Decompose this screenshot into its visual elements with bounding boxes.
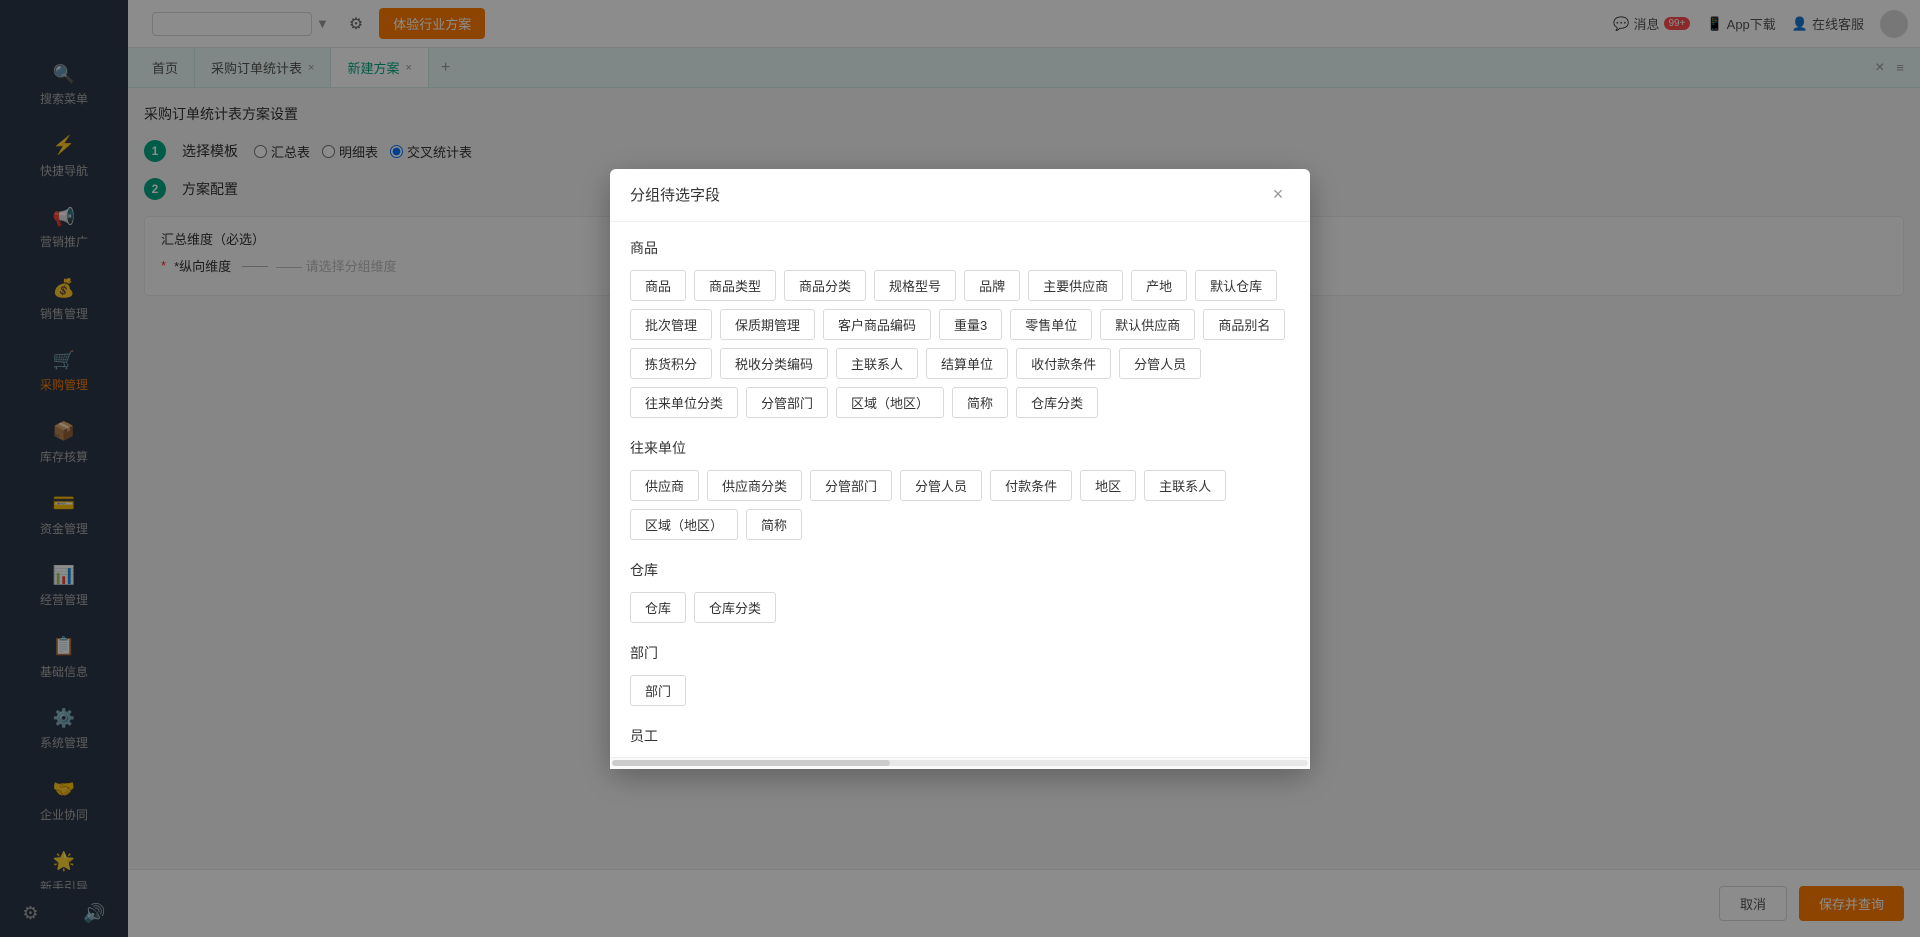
field-tag-0-13[interactable]: 默认供应商 — [1100, 309, 1195, 340]
field-tag-0-2[interactable]: 商品分类 — [784, 270, 866, 301]
field-tag-2-0[interactable]: 仓库 — [630, 592, 686, 623]
field-tag-0-6[interactable]: 产地 — [1131, 270, 1187, 301]
field-tag-1-3[interactable]: 分管人员 — [900, 470, 982, 501]
field-tag-1-8[interactable]: 简称 — [746, 509, 802, 540]
field-tag-0-22[interactable]: 分管部门 — [746, 387, 828, 418]
field-tag-0-8[interactable]: 批次管理 — [630, 309, 712, 340]
section-title-1: 往来单位 — [630, 438, 1290, 458]
field-tag-0-10[interactable]: 客户商品编码 — [823, 309, 931, 340]
hscroll-track — [612, 760, 1308, 766]
field-tag-0-9[interactable]: 保质期管理 — [720, 309, 815, 340]
section-title-0: 商品 — [630, 238, 1290, 258]
field-tag-3-0[interactable]: 部门 — [630, 675, 686, 706]
modal-close-icon[interactable]: × — [1266, 183, 1290, 207]
field-tag-1-6[interactable]: 主联系人 — [1144, 470, 1226, 501]
section-title-4: 员工 — [630, 726, 1290, 746]
modal-header: 分组待选字段 × — [610, 169, 1310, 222]
field-tag-1-1[interactable]: 供应商分类 — [707, 470, 802, 501]
field-tag-0-21[interactable]: 往来单位分类 — [630, 387, 738, 418]
field-tag-0-23[interactable]: 区域（地区） — [836, 387, 944, 418]
field-tag-1-5[interactable]: 地区 — [1080, 470, 1136, 501]
field-tag-0-19[interactable]: 收付款条件 — [1016, 348, 1111, 379]
field-tag-0-17[interactable]: 主联系人 — [836, 348, 918, 379]
modal-body: 商品商品商品类型商品分类规格型号品牌主要供应商产地默认仓库批次管理保质期管理客户… — [610, 222, 1310, 758]
field-select-modal: 分组待选字段 × 商品商品商品类型商品分类规格型号品牌主要供应商产地默认仓库批次… — [610, 169, 1310, 769]
field-tag-0-14[interactable]: 商品别名 — [1203, 309, 1285, 340]
field-tag-0-4[interactable]: 品牌 — [964, 270, 1020, 301]
field-tag-0-0[interactable]: 商品 — [630, 270, 686, 301]
field-tag-1-0[interactable]: 供应商 — [630, 470, 699, 501]
field-tag-0-12[interactable]: 零售单位 — [1010, 309, 1092, 340]
field-tag-0-11[interactable]: 重量3 — [939, 309, 1002, 340]
field-tag-0-5[interactable]: 主要供应商 — [1028, 270, 1123, 301]
field-tag-1-4[interactable]: 付款条件 — [990, 470, 1072, 501]
field-section-0: 商品商品商品类型商品分类规格型号品牌主要供应商产地默认仓库批次管理保质期管理客户… — [630, 238, 1290, 418]
field-tag-0-1[interactable]: 商品类型 — [694, 270, 776, 301]
section-title-3: 部门 — [630, 643, 1290, 663]
field-tag-1-7[interactable]: 区域（地区） — [630, 509, 738, 540]
field-section-4: 员工业务员 — [630, 726, 1290, 758]
field-tag-0-16[interactable]: 税收分类编码 — [720, 348, 828, 379]
field-grid-2: 仓库仓库分类 — [630, 592, 1290, 623]
field-tag-0-7[interactable]: 默认仓库 — [1195, 270, 1277, 301]
field-tag-1-2[interactable]: 分管部门 — [810, 470, 892, 501]
field-tag-2-1[interactable]: 仓库分类 — [694, 592, 776, 623]
field-section-3: 部门部门 — [630, 643, 1290, 706]
field-grid-0: 商品商品类型商品分类规格型号品牌主要供应商产地默认仓库批次管理保质期管理客户商品… — [630, 270, 1290, 418]
field-grid-3: 部门 — [630, 675, 1290, 706]
field-tag-0-25[interactable]: 仓库分类 — [1016, 387, 1098, 418]
field-tag-0-15[interactable]: 拣货积分 — [630, 348, 712, 379]
field-tag-0-18[interactable]: 结算单位 — [926, 348, 1008, 379]
field-tag-0-3[interactable]: 规格型号 — [874, 270, 956, 301]
field-grid-1: 供应商供应商分类分管部门分管人员付款条件地区主联系人区域（地区） 简称 — [630, 470, 1290, 540]
modal-horizontal-scrollbar[interactable] — [610, 757, 1310, 768]
field-tag-0-24[interactable]: 简称 — [952, 387, 1008, 418]
section-title-2: 仓库 — [630, 560, 1290, 580]
field-section-2: 仓库仓库仓库分类 — [630, 560, 1290, 623]
field-section-1: 往来单位供应商供应商分类分管部门分管人员付款条件地区主联系人区域（地区） 简称 — [630, 438, 1290, 540]
modal-title: 分组待选字段 — [630, 184, 720, 205]
hscroll-thumb — [612, 760, 890, 766]
field-tag-0-20[interactable]: 分管人员 — [1119, 348, 1201, 379]
